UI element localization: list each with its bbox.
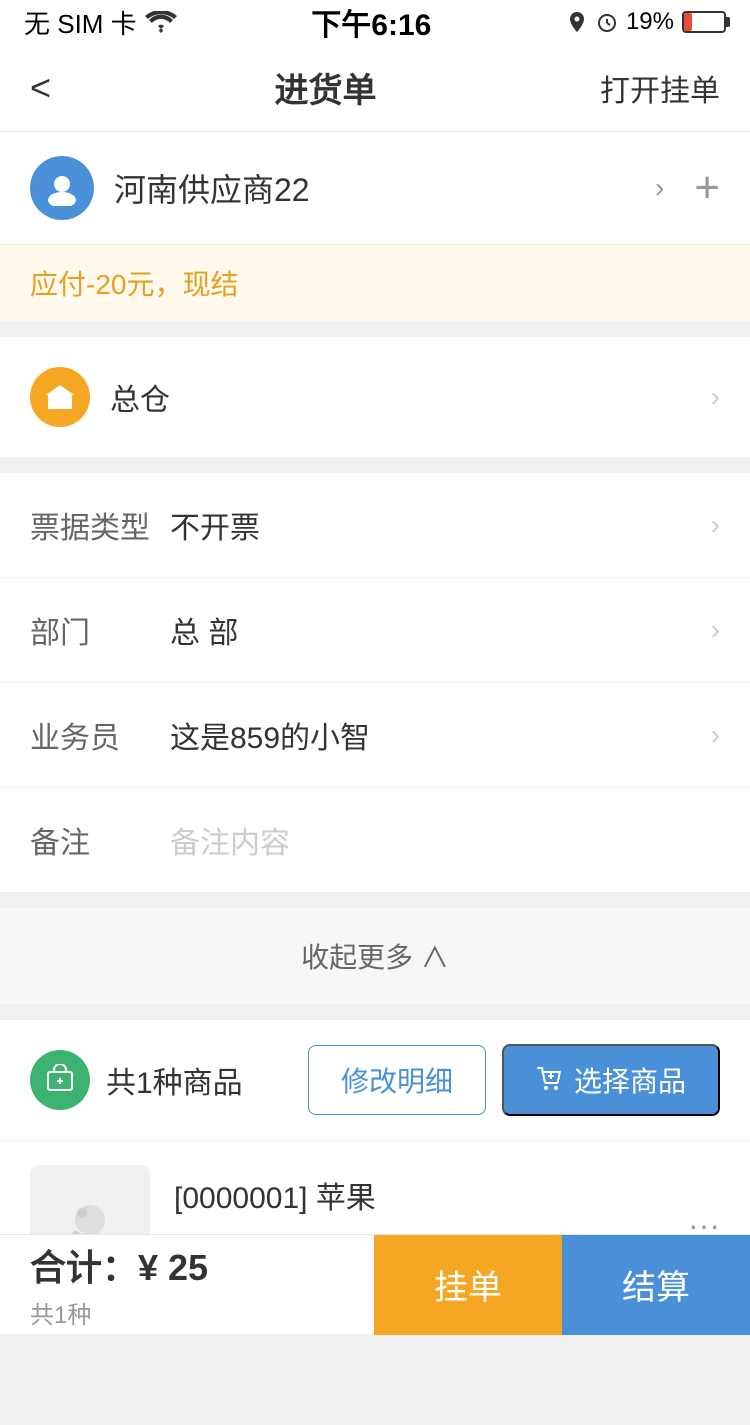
- warehouse-section: 总仓 ›: [0, 337, 750, 457]
- open-hold-button[interactable]: 打开挂单: [600, 66, 720, 110]
- hold-button[interactable]: 挂单: [374, 1235, 562, 1335]
- battery-text: 19%: [626, 8, 674, 36]
- salesman-row[interactable]: 业务员 这是859的小智 ›: [0, 683, 750, 788]
- product-title: 苹果: [316, 1182, 376, 1215]
- edit-detail-button[interactable]: 修改明细: [308, 1045, 486, 1115]
- dept-label: 部门: [30, 608, 150, 652]
- add-supplier-button[interactable]: +: [694, 166, 720, 210]
- divider: [0, 1004, 750, 1020]
- product-count: 共1种商品: [106, 1058, 308, 1102]
- footer: 合计：¥ 25 共1种 挂单 结算: [0, 1234, 750, 1334]
- remark-placeholder: 备注内容: [150, 818, 720, 862]
- content: 河南供应商22 › + 应付-20元，现结 总仓 › 票据类型 不开票 ›: [0, 132, 750, 1425]
- invoice-value: 不开票: [150, 503, 711, 547]
- warehouse-row[interactable]: 总仓 ›: [0, 337, 750, 457]
- alarm-icon: [596, 11, 618, 33]
- remark-row[interactable]: 备注 备注内容: [0, 788, 750, 892]
- status-left: 无 SIM 卡: [24, 4, 177, 41]
- cart-icon: [536, 1066, 564, 1094]
- collapse-button[interactable]: 收起更多 ∧: [0, 908, 750, 1004]
- product-icon: [30, 1050, 90, 1110]
- salesman-value: 这是859的小智: [150, 713, 711, 757]
- total-label: 合计：: [30, 1247, 138, 1288]
- status-time: 下午6:16: [311, 0, 431, 44]
- dept-arrow-icon: ›: [711, 614, 720, 646]
- hold-label: 挂单: [434, 1260, 502, 1309]
- wifi-icon: [145, 11, 177, 33]
- salesman-label: 业务员: [30, 713, 150, 757]
- product-id: [0000001]: [174, 1182, 307, 1215]
- battery-icon: [682, 11, 726, 33]
- checkout-button[interactable]: 结算: [562, 1235, 750, 1335]
- total-amount: 合计：¥ 25: [30, 1239, 344, 1291]
- invoice-arrow-icon: ›: [711, 509, 720, 541]
- location-icon: [566, 11, 588, 33]
- carrier-text: 无 SIM 卡: [24, 4, 137, 41]
- page-title: 进货单: [275, 63, 377, 112]
- total-value: ¥ 25: [138, 1247, 208, 1288]
- footer-total: 合计：¥ 25 共1种: [0, 1239, 374, 1330]
- warehouse-arrow-icon: ›: [711, 381, 720, 413]
- notice-text: 应付-20元，现结: [30, 269, 238, 300]
- supplier-name: 河南供应商22: [114, 165, 655, 211]
- form-section: 票据类型 不开票 › 部门 总 部 › 业务员 这是859的小智 › 备注 备注…: [0, 473, 750, 892]
- footer-spacer: [0, 1325, 750, 1425]
- invoice-row[interactable]: 票据类型 不开票 ›: [0, 473, 750, 578]
- supplier-arrow-icon: ›: [655, 172, 664, 204]
- warehouse-name: 总仓: [110, 375, 711, 419]
- notice-bar: 应付-20元，现结: [0, 244, 750, 321]
- product-name: [0000001] 苹果: [174, 1173, 688, 1217]
- warehouse-icon: [30, 367, 90, 427]
- select-product-label: 选择商品: [574, 1060, 686, 1100]
- dept-value: 总 部: [150, 608, 711, 652]
- nav-bar: < 进货单 打开挂单: [0, 44, 750, 132]
- remark-label: 备注: [30, 818, 150, 862]
- select-product-button[interactable]: 选择商品: [502, 1044, 720, 1116]
- dept-row[interactable]: 部门 总 部 ›: [0, 578, 750, 683]
- product-header: 共1种商品 修改明细 选择商品: [0, 1020, 750, 1141]
- supplier-avatar: [30, 156, 94, 220]
- collapse-label: 收起更多 ∧: [301, 942, 449, 973]
- back-button[interactable]: <: [30, 67, 51, 109]
- salesman-arrow-icon: ›: [711, 719, 720, 751]
- status-right: 19%: [566, 8, 726, 36]
- total-count: 共1种: [30, 1295, 344, 1330]
- checkout-label: 结算: [622, 1260, 690, 1309]
- status-bar: 无 SIM 卡 下午6:16 19%: [0, 0, 750, 44]
- supplier-section: 河南供应商22 › + 应付-20元，现结: [0, 132, 750, 321]
- supplier-row[interactable]: 河南供应商22 › +: [0, 132, 750, 244]
- invoice-label: 票据类型: [30, 503, 150, 547]
